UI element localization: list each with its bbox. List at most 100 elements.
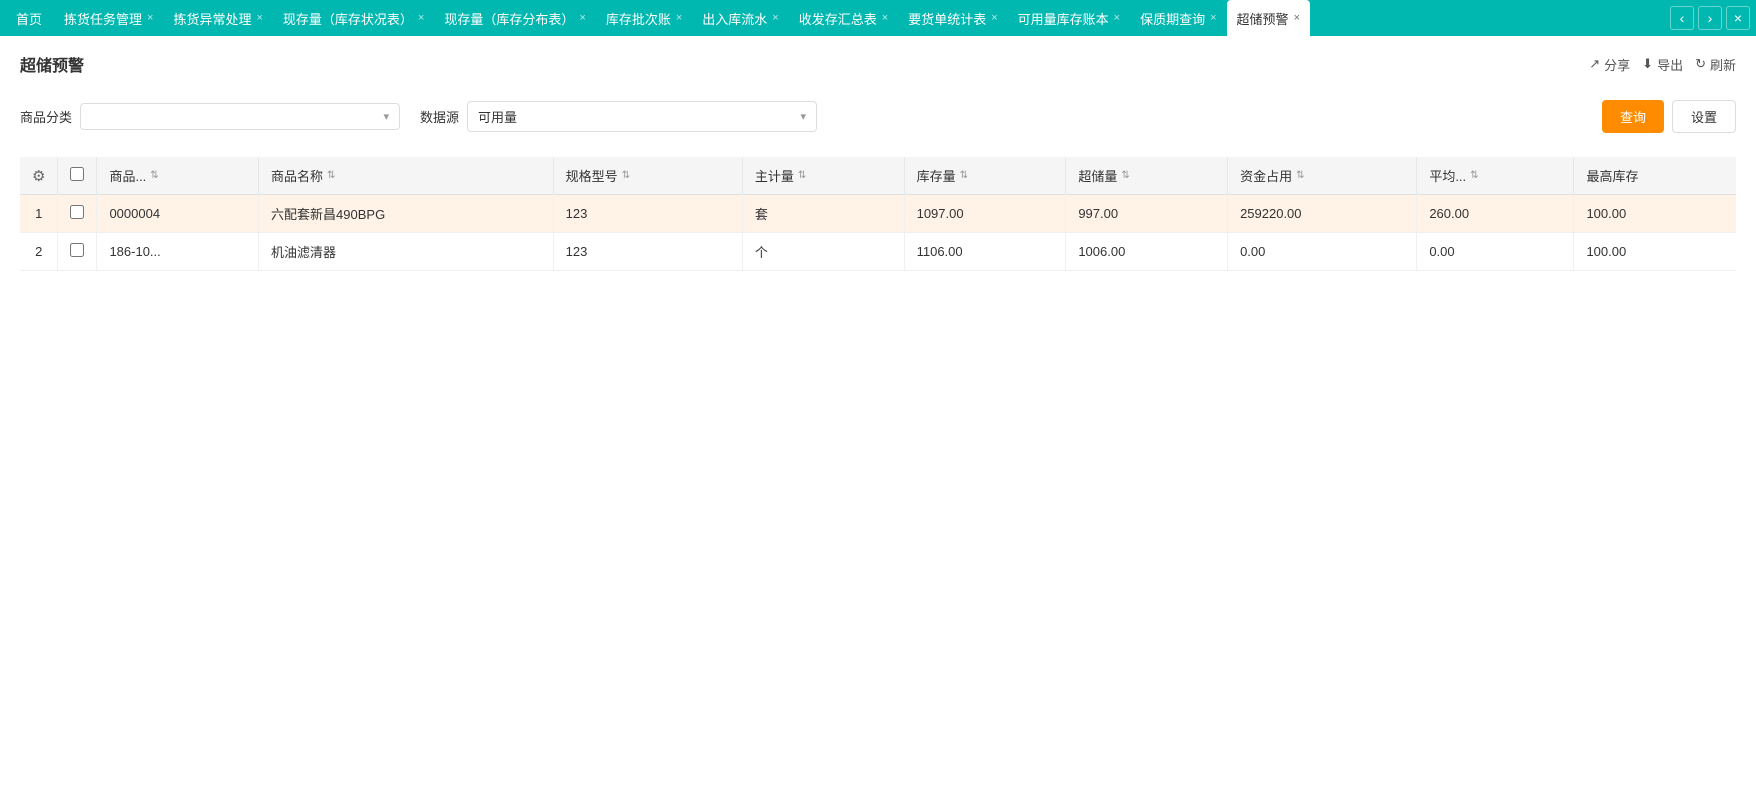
- share-action[interactable]: ↗ 分享: [1589, 55, 1630, 74]
- th-max-stock: 最高库存: [1574, 157, 1736, 195]
- close-tab-10[interactable]: ×: [1294, 12, 1300, 24]
- top-nav: 首页 拣货任务管理 × 拣货异常处理 × 现存量（库存状况表） × 现存量（库存…: [0, 0, 1756, 36]
- close-tab-9[interactable]: ×: [1210, 12, 1216, 24]
- refresh-action[interactable]: ↻ 刷新: [1695, 55, 1736, 74]
- nav-tab-2[interactable]: 现存量（库存状况表） ×: [273, 0, 434, 36]
- setting-button[interactable]: 设置: [1672, 100, 1736, 133]
- row-2-stock: 1106.00: [904, 233, 1066, 271]
- title-actions: ↗ 分享 ⬇ 导出 ↻ 刷新: [1589, 55, 1736, 74]
- row-checkbox-1: [58, 195, 97, 233]
- sort-icon-name: ⇅: [327, 170, 335, 181]
- nav-tab-7[interactable]: 要货单统计表 ×: [898, 0, 1007, 36]
- row-2-capital: 0.00: [1228, 233, 1417, 271]
- gear-icon[interactable]: ⚙: [32, 168, 45, 185]
- commodity-chevron-icon: ▾: [383, 110, 389, 123]
- sort-icon-unit: ⇅: [798, 170, 806, 181]
- commodity-filter-group: 商品分类 ▾: [20, 103, 400, 130]
- row-1-avg: 260.00: [1417, 195, 1574, 233]
- th-gear: ⚙: [20, 157, 58, 195]
- table-row: 2 186-10... 机油滤清器 123 个 1106.00 1006.00 …: [20, 233, 1736, 271]
- th-overstock: 超储量 ⇅: [1066, 157, 1228, 195]
- sort-icon-code: ⇅: [150, 170, 158, 181]
- export-icon: ⬇: [1642, 56, 1653, 72]
- sort-icon-stock: ⇅: [960, 170, 968, 181]
- nav-arrow-right[interactable]: ›: [1698, 6, 1722, 30]
- close-tab-4[interactable]: ×: [676, 12, 682, 24]
- row-2-avg: 0.00: [1417, 233, 1574, 271]
- th-capital: 资金占用 ⇅: [1228, 157, 1417, 195]
- datasource-chevron-icon: ▾: [801, 110, 807, 123]
- sort-icon-capital: ⇅: [1296, 170, 1304, 181]
- row-1-checkbox[interactable]: [70, 205, 84, 219]
- share-icon: ↗: [1589, 56, 1600, 72]
- close-tab-1[interactable]: ×: [256, 12, 262, 24]
- th-spec: 规格型号 ⇅: [553, 157, 742, 195]
- filter-btn-group: 查询 设置: [1602, 100, 1736, 133]
- data-table: ⚙ 商品... ⇅ 商品名称 ⇅: [20, 157, 1736, 271]
- nav-home[interactable]: 首页: [4, 9, 54, 28]
- row-2-checkbox[interactable]: [70, 243, 84, 257]
- row-checkbox-2: [58, 233, 97, 271]
- commodity-label: 商品分类: [20, 107, 72, 126]
- row-1-stock: 1097.00: [904, 195, 1066, 233]
- nav-arrows: ‹ › ×: [1668, 6, 1752, 30]
- row-2-spec: 123: [553, 233, 742, 271]
- sort-icon-avg: ⇅: [1470, 170, 1478, 181]
- close-tab-6[interactable]: ×: [882, 12, 888, 24]
- table-row: 1 0000004 六配套新昌490BPG 123 套 1097.00 997.…: [20, 195, 1736, 233]
- nav-tab-3[interactable]: 现存量（库存分布表） ×: [434, 0, 595, 36]
- nav-tab-10[interactable]: 超储预警 ×: [1227, 0, 1310, 36]
- table-header-row: ⚙ 商品... ⇅ 商品名称 ⇅: [20, 157, 1736, 195]
- th-checkbox: [58, 157, 97, 195]
- close-tab-3[interactable]: ×: [579, 12, 585, 24]
- page-title-bar: 超储预警 ↗ 分享 ⬇ 导出 ↻ 刷新: [20, 52, 1736, 76]
- nav-arrow-left[interactable]: ‹: [1670, 6, 1694, 30]
- commodity-select-text: [91, 109, 95, 124]
- row-2-unit: 个: [742, 233, 904, 271]
- sort-icon-overstock: ⇅: [1121, 170, 1129, 181]
- datasource-select[interactable]: 可用量 ▾: [467, 101, 817, 132]
- th-product-code: 商品... ⇅: [97, 157, 259, 195]
- row-1-spec: 123: [553, 195, 742, 233]
- nav-tab-0[interactable]: 拣货任务管理 ×: [54, 0, 163, 36]
- row-1-unit: 套: [742, 195, 904, 233]
- row-num-2: 2: [20, 233, 58, 271]
- close-tab-0[interactable]: ×: [147, 12, 153, 24]
- th-product-name: 商品名称 ⇅: [259, 157, 554, 195]
- row-1-product-name: 六配套新昌490BPG: [259, 195, 554, 233]
- nav-tab-5[interactable]: 出入库流水 ×: [692, 0, 788, 36]
- close-tab-5[interactable]: ×: [772, 12, 778, 24]
- nav-tab-6[interactable]: 收发存汇总表 ×: [789, 0, 898, 36]
- row-1-overstock: 997.00: [1066, 195, 1228, 233]
- close-tab-7[interactable]: ×: [991, 12, 997, 24]
- row-2-overstock: 1006.00: [1066, 233, 1228, 271]
- nav-tab-4[interactable]: 库存批次账 ×: [596, 0, 692, 36]
- row-num-1: 1: [20, 195, 58, 233]
- row-2-product-name: 机油滤清器: [259, 233, 554, 271]
- nav-tab-9[interactable]: 保质期查询 ×: [1130, 0, 1226, 36]
- refresh-icon: ↻: [1695, 56, 1706, 72]
- datasource-filter-group: 数据源 可用量 ▾: [420, 101, 817, 132]
- select-all-checkbox[interactable]: [70, 167, 84, 181]
- row-1-product-code: 0000004: [97, 195, 259, 233]
- row-1-max-stock: 100.00: [1574, 195, 1736, 233]
- nav-arrow-close[interactable]: ×: [1726, 6, 1750, 30]
- row-2-product-code: 186-10...: [97, 233, 259, 271]
- close-tab-2[interactable]: ×: [418, 12, 424, 24]
- th-stock: 库存量 ⇅: [904, 157, 1066, 195]
- close-tab-8[interactable]: ×: [1114, 12, 1120, 24]
- sort-icon-spec: ⇅: [622, 170, 630, 181]
- row-2-max-stock: 100.00: [1574, 233, 1736, 271]
- row-1-capital: 259220.00: [1228, 195, 1417, 233]
- nav-tab-8[interactable]: 可用量库存账本 ×: [1008, 0, 1130, 36]
- page-title: 超储预警: [20, 52, 84, 76]
- datasource-value: 可用量: [478, 107, 517, 126]
- export-action[interactable]: ⬇ 导出: [1642, 55, 1683, 74]
- th-avg: 平均... ⇅: [1417, 157, 1574, 195]
- th-unit: 主计量 ⇅: [742, 157, 904, 195]
- nav-tab-1[interactable]: 拣货异常处理 ×: [163, 0, 272, 36]
- page-content: 超储预警 ↗ 分享 ⬇ 导出 ↻ 刷新 商品分类 ▾ 数据源: [0, 36, 1756, 287]
- filter-row: 商品分类 ▾ 数据源 可用量 ▾ 查询 设置: [20, 90, 1736, 143]
- commodity-select[interactable]: ▾: [80, 103, 400, 130]
- query-button[interactable]: 查询: [1602, 100, 1664, 133]
